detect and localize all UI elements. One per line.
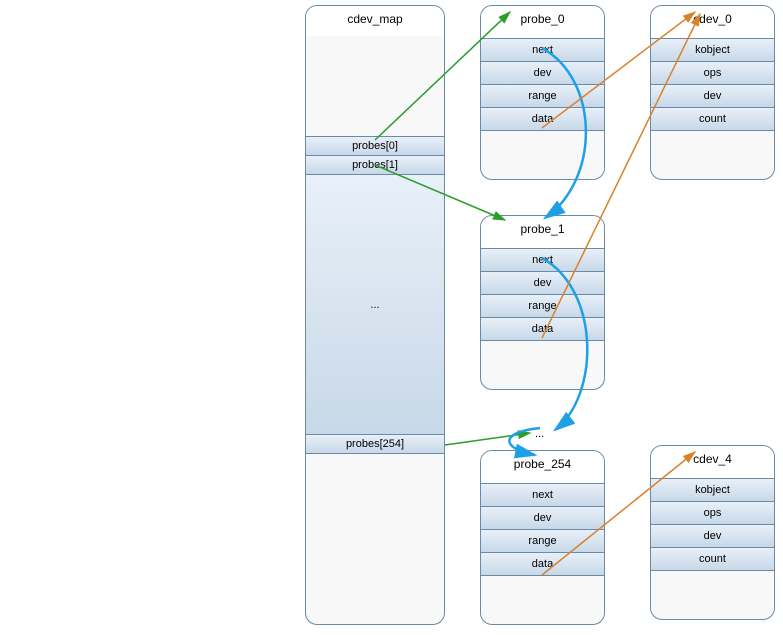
probe-254-range: range	[481, 529, 604, 552]
probe-254-next: next	[481, 483, 604, 506]
probes-ellipsis-row: ...	[306, 174, 444, 434]
arrow-probes254-to-probe254	[445, 433, 530, 445]
probe-254-box: probe_254 next dev range data	[480, 450, 605, 625]
probe-0-dev: dev	[481, 61, 604, 84]
probe-1-box: probe_1 next dev range data	[480, 215, 605, 390]
probe-1-next: next	[481, 248, 604, 271]
cdev-0-kobject: kobject	[651, 38, 774, 61]
probe-1-data: data	[481, 317, 604, 340]
cdev-0-title: cdev_0	[651, 6, 774, 38]
probes-0-row: probes[0]	[306, 136, 444, 155]
cdev-0-dev: dev	[651, 84, 774, 107]
cdev-0-count: count	[651, 107, 774, 130]
cdev-map-title: cdev_map	[306, 6, 444, 36]
probe-254-dev: dev	[481, 506, 604, 529]
cdev-0-box: cdev_0 kobject ops dev count	[650, 5, 775, 180]
cdev-4-dev: dev	[651, 524, 774, 547]
probe-254-title: probe_254	[481, 451, 604, 483]
probe-0-next: next	[481, 38, 604, 61]
cdev-4-kobject: kobject	[651, 478, 774, 501]
probe-1-range: range	[481, 294, 604, 317]
cdev-4-box: cdev_4 kobject ops dev count	[650, 445, 775, 620]
probe-1-dev: dev	[481, 271, 604, 294]
cdev-map-box: cdev_map probes[0] probes[1] ... probes[…	[305, 5, 445, 625]
cdev-4-count: count	[651, 547, 774, 570]
cdev-4-title: cdev_4	[651, 446, 774, 478]
probe-0-title: probe_0	[481, 6, 604, 38]
probe-0-data: data	[481, 107, 604, 130]
probe-0-box: probe_0 next dev range data	[480, 5, 605, 180]
cdev-0-ops: ops	[651, 61, 774, 84]
probes-1-row: probes[1]	[306, 155, 444, 174]
probe-0-range: range	[481, 84, 604, 107]
cdev-4-ops: ops	[651, 501, 774, 524]
probe-chain-ellipsis: ...	[535, 428, 544, 440]
probe-1-title: probe_1	[481, 216, 604, 248]
probes-254-row: probes[254]	[306, 434, 444, 453]
probe-254-data: data	[481, 552, 604, 575]
